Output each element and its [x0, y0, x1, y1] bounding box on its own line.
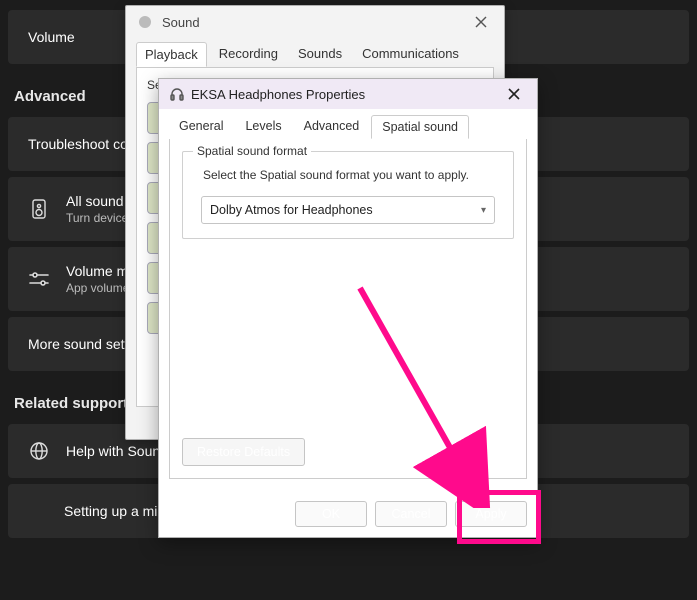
speaker-icon [28, 198, 50, 220]
restore-defaults-button[interactable]: Restore Defaults [182, 438, 305, 466]
properties-tabs: General Levels Advanced Spatial sound [159, 109, 537, 139]
group-title: Spatial sound format [193, 144, 311, 158]
properties-title-text: EKSA Headphones Properties [191, 87, 365, 102]
properties-titlebar: EKSA Headphones Properties [159, 79, 537, 109]
properties-dialog: EKSA Headphones Properties General Level… [158, 78, 538, 538]
tab-recording[interactable]: Recording [211, 42, 286, 67]
close-button[interactable] [501, 83, 527, 105]
sound-tabs: Playback Recording Sounds Communications [126, 38, 504, 67]
apply-button[interactable]: Apply [455, 501, 527, 527]
globe-icon [28, 440, 50, 462]
sound-titlebar: Sound [126, 6, 504, 38]
group-text: Select the Spatial sound format you want… [203, 168, 501, 182]
tab-general[interactable]: General [169, 115, 233, 139]
ok-button[interactable]: OK [295, 501, 367, 527]
headphones-icon [169, 86, 185, 102]
cancel-button[interactable]: Cancel [375, 501, 447, 527]
label: Volume [28, 29, 75, 45]
tab-advanced[interactable]: Advanced [294, 115, 370, 139]
tab-spatial-sound[interactable]: Spatial sound [371, 115, 469, 139]
close-button[interactable] [466, 10, 496, 34]
tab-levels[interactable]: Levels [235, 115, 291, 139]
label: Help with Sound [66, 443, 168, 459]
chevron-down-icon: ▾ [481, 205, 486, 216]
tab-communications[interactable]: Communications [354, 42, 467, 67]
dialog-buttons: OK Cancel Apply [295, 501, 527, 527]
spatial-format-dropdown[interactable]: Dolby Atmos for Headphones ▾ [201, 196, 495, 224]
tab-playback[interactable]: Playback [136, 42, 207, 67]
sound-app-icon [134, 11, 156, 33]
properties-body: Spatial sound format Select the Spatial … [169, 139, 527, 479]
spatial-sound-group: Spatial sound format Select the Spatial … [182, 151, 514, 239]
tab-sounds[interactable]: Sounds [290, 42, 350, 67]
mixer-icon [28, 268, 50, 290]
sound-title-text: Sound [162, 15, 200, 30]
dropdown-value: Dolby Atmos for Headphones [210, 203, 373, 217]
